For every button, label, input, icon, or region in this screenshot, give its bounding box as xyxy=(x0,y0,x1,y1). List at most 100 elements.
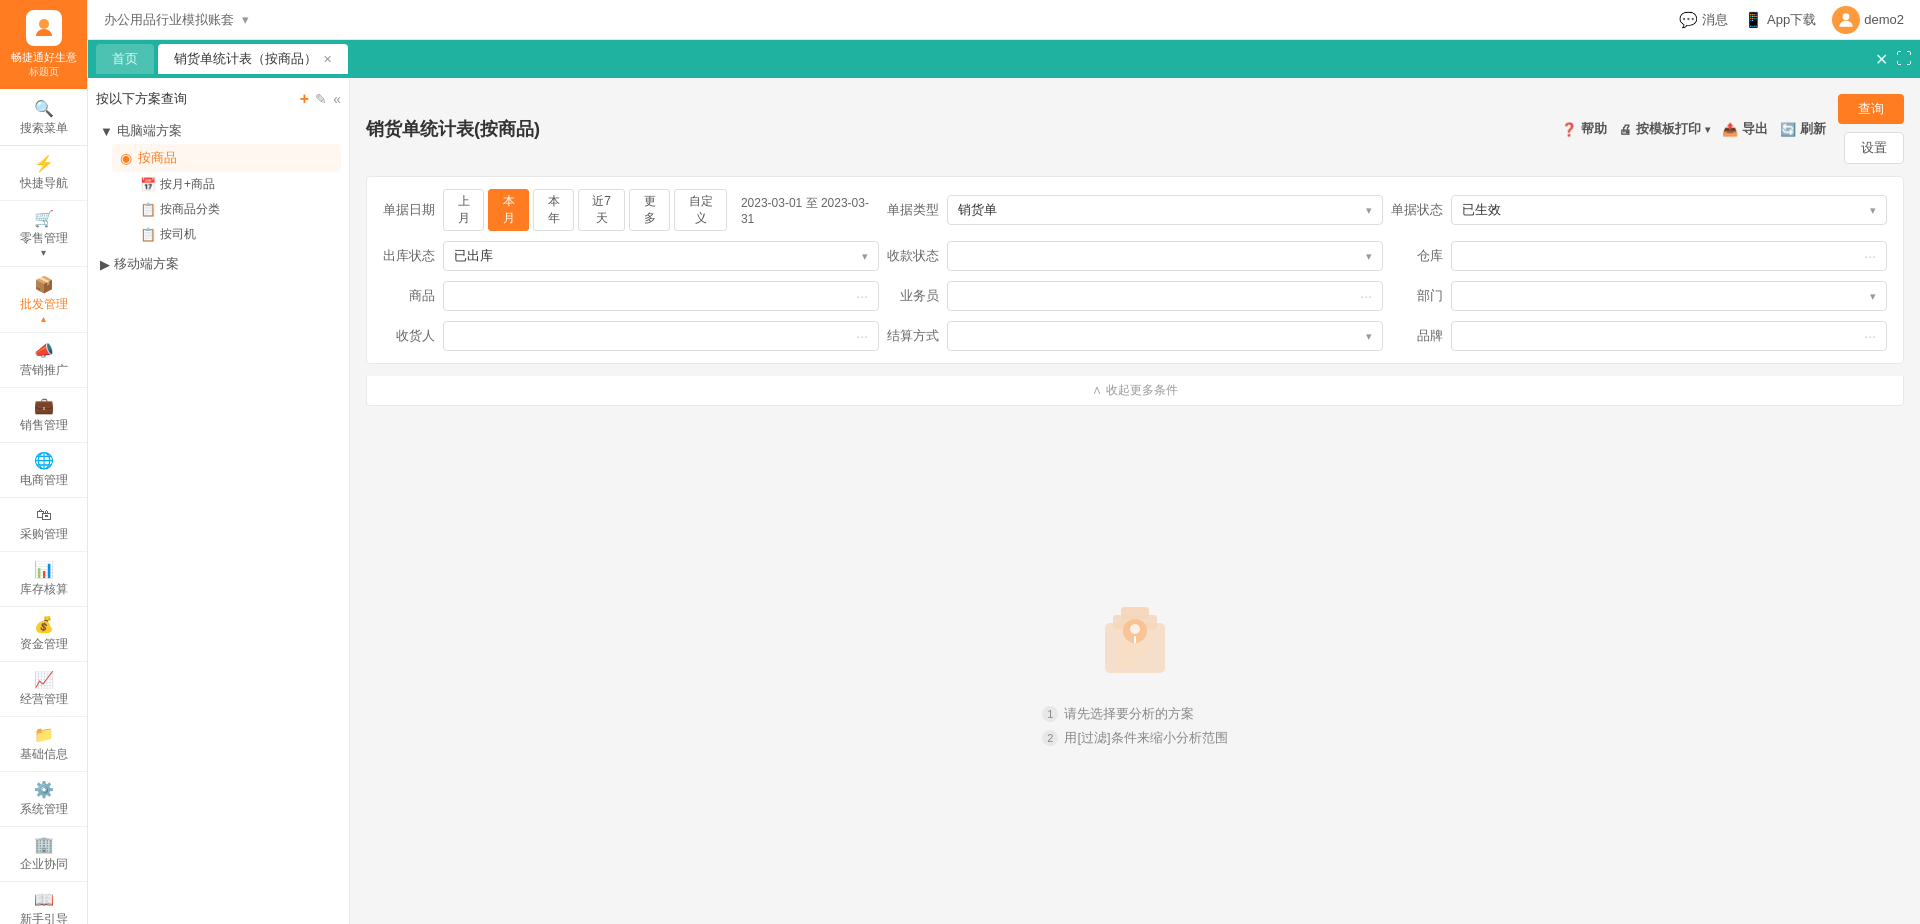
sub-item-month-product[interactable]: 📅 按月+商品 xyxy=(132,172,341,197)
sidebar-item-sales[interactable]: 💼 销售管理 xyxy=(0,388,87,443)
date-control: 上月 本月 本年 近7天 更多 自定义 2023-03-01 至 2023-03… xyxy=(443,189,879,231)
sidebar-item-purchase[interactable]: 🛍 采购管理 xyxy=(0,498,87,552)
print-btn[interactable]: 🖨 按模板打印 ▾ xyxy=(1619,120,1710,138)
sidebar-item-quick-nav[interactable]: ⚡ 快捷导航 xyxy=(0,146,87,201)
close-window-icon[interactable]: ✕ xyxy=(1875,50,1888,69)
warehouse-control[interactable]: ··· xyxy=(1451,241,1887,271)
scheme-item-by-product[interactable]: ◉ 按商品 xyxy=(112,144,341,172)
help-icon: ❓ xyxy=(1561,122,1577,137)
collapse-bar[interactable]: ∧ 收起更多条件 xyxy=(366,376,1904,406)
date-btn-this-year[interactable]: 本年 xyxy=(533,189,574,231)
department-control[interactable]: ▾ xyxy=(1451,281,1887,311)
tab-close-icon[interactable]: ✕ xyxy=(323,53,332,66)
sidebar-nav: ⚡ 快捷导航 🛒 零售管理 ▾ 📦 批发管理 ▴ 📣 营销推广 💼 销售管理 🌐… xyxy=(0,146,87,924)
desktop-scheme-header[interactable]: ▼ 电脑端方案 xyxy=(96,118,341,144)
date-label: 单据日期 xyxy=(383,201,435,219)
add-scheme-btn[interactable]: + xyxy=(300,90,309,108)
product-dots[interactable]: ··· xyxy=(856,288,868,304)
refresh-btn[interactable]: 🔄 刷新 xyxy=(1780,120,1826,138)
tab-bar: 首页 销货单统计表（按商品） ✕ ✕ ⛶ xyxy=(88,40,1920,78)
warehouse-dots[interactable]: ··· xyxy=(1864,248,1876,264)
mobile-scheme-header[interactable]: ▶ 移动端方案 xyxy=(96,251,341,277)
empty-tip-2: 2 用[过滤]条件来缩小分析范围 xyxy=(1042,729,1227,747)
product-control[interactable]: ··· xyxy=(443,281,879,311)
product-label: 商品 xyxy=(383,287,435,305)
sub-item-category[interactable]: 📋 按商品分类 xyxy=(132,197,341,222)
filter-panel-label: 按以下方案查询 xyxy=(96,90,187,108)
sub-item-cashier[interactable]: 📋 按司机 xyxy=(132,222,341,247)
salesperson-dots[interactable]: ··· xyxy=(1360,288,1372,304)
basic-label: 基础信息 xyxy=(20,746,68,763)
receiver-dots[interactable]: ··· xyxy=(856,328,868,344)
right-actions: 查询 设置 xyxy=(1838,94,1904,164)
refresh-icon: 🔄 xyxy=(1780,122,1796,137)
empty-tips: 1 请先选择要分析的方案 2 用[过滤]条件来缩小分析范围 xyxy=(1042,705,1227,753)
app-download-label: App下载 xyxy=(1767,11,1816,29)
scheme-icon-product: ◉ xyxy=(120,150,132,166)
scheme-label-product: 按商品 xyxy=(138,149,177,167)
date-btn-custom[interactable]: 自定义 xyxy=(674,189,727,231)
settlement-control[interactable]: ▾ xyxy=(947,321,1383,351)
salesperson-label: 业务员 xyxy=(887,287,939,305)
date-btn-last-month[interactable]: 上月 xyxy=(443,189,484,231)
sidebar-item-operation[interactable]: 📈 经营管理 xyxy=(0,662,87,717)
retail-arrow: ▾ xyxy=(41,247,46,258)
filter-row-1: 单据日期 上月 本月 本年 近7天 更多 自定义 2023-03-01 至 20… xyxy=(383,189,1887,231)
query-button[interactable]: 查询 xyxy=(1838,94,1904,124)
desktop-scheme-arrow: ▼ xyxy=(100,124,113,139)
sidebar-item-wholesale[interactable]: 📦 批发管理 ▴ xyxy=(0,267,87,333)
receiver-field: 收货人 ··· xyxy=(383,321,879,351)
mobile-scheme-label: 移动端方案 xyxy=(114,255,179,273)
phone-icon: 📱 xyxy=(1744,11,1763,29)
tab-report[interactable]: 销货单统计表（按商品） ✕ xyxy=(158,44,348,74)
sub-label-category: 按商品分类 xyxy=(160,201,220,218)
edit-scheme-btn[interactable]: ✎ xyxy=(315,91,327,107)
sidebar-item-enterprise[interactable]: 🏢 企业协同 xyxy=(0,827,87,882)
receiver-control[interactable]: ··· xyxy=(443,321,879,351)
top-header: 办公用品行业模拟账套 ▾ 💬 消息 📱 App下载 demo2 xyxy=(88,0,1920,40)
message-btn[interactable]: 💬 消息 xyxy=(1679,11,1728,29)
date-btn-this-month[interactable]: 本月 xyxy=(488,189,529,231)
app-download-btn[interactable]: 📱 App下载 xyxy=(1744,11,1816,29)
sidebar-item-basic[interactable]: 📁 基础信息 xyxy=(0,717,87,772)
desktop-scheme-items: ◉ 按商品 📅 按月+商品 📋 按商品分类 📋 xyxy=(96,144,341,247)
tip-text-2: 用[过滤]条件来缩小分析范围 xyxy=(1064,729,1227,747)
sidebar-search-item[interactable]: 🔍 搜索菜单 xyxy=(0,89,87,146)
date-btns: 上月 本月 本年 近7天 更多 自定义 xyxy=(443,189,727,231)
date-btn-7days[interactable]: 近7天 xyxy=(578,189,625,231)
collapse-panel-btn[interactable]: « xyxy=(333,91,341,107)
sidebar-item-ecommerce[interactable]: 🌐 电商管理 xyxy=(0,443,87,498)
collect-status-field: 收款状态 ▾ xyxy=(887,241,1383,271)
filter-row-2: 出库状态 已出库 ▾ 收款状态 ▾ 仓库 xyxy=(383,241,1887,271)
date-btn-more[interactable]: 更多 xyxy=(629,189,670,231)
sidebar-item-guide[interactable]: 📖 新手引导 xyxy=(0,882,87,924)
out-status-control[interactable]: 已出库 ▾ xyxy=(443,241,879,271)
sub-items: 📅 按月+商品 📋 按商品分类 📋 按司机 xyxy=(112,172,341,247)
doc-status-control[interactable]: 已生效 ▾ xyxy=(1451,195,1887,225)
sidebar-item-marketing[interactable]: 📣 营销推广 xyxy=(0,333,87,388)
industry-dropdown[interactable]: ▾ xyxy=(242,12,249,27)
maximize-icon[interactable]: ⛶ xyxy=(1896,50,1912,68)
sub-icon-category: 📋 xyxy=(140,202,156,217)
refresh-label: 刷新 xyxy=(1800,120,1826,138)
collect-status-control[interactable]: ▾ xyxy=(947,241,1383,271)
brand-dots[interactable]: ··· xyxy=(1864,328,1876,344)
sidebar-item-system[interactable]: ⚙️ 系统管理 xyxy=(0,772,87,827)
user-area[interactable]: demo2 xyxy=(1832,6,1904,34)
sidebar-item-finance[interactable]: 💰 资金管理 xyxy=(0,607,87,662)
brand-control[interactable]: ··· xyxy=(1451,321,1887,351)
settings-button[interactable]: 设置 xyxy=(1844,132,1904,164)
empty-state: 1 请先选择要分析的方案 2 用[过滤]条件来缩小分析范围 xyxy=(366,418,1904,908)
doc-type-control[interactable]: 销货单 ▾ xyxy=(947,195,1383,225)
main-area: 办公用品行业模拟账套 ▾ 💬 消息 📱 App下载 demo2 首页 xyxy=(88,0,1920,924)
tab-home[interactable]: 首页 xyxy=(96,44,154,74)
export-btn[interactable]: 📤 导出 xyxy=(1722,120,1768,138)
sidebar-item-inventory[interactable]: 📊 库存核算 xyxy=(0,552,87,607)
page-title-row: 销货单统计表(按商品) ❓ 帮助 🖨 按模板打印 ▾ 📤 导出 xyxy=(366,94,1904,164)
help-btn[interactable]: ❓ 帮助 xyxy=(1561,120,1607,138)
content-wrapper: 按以下方案查询 + ✎ « ▼ 电脑端方案 ◉ 按商品 xyxy=(88,78,1920,924)
doc-status-value: 已生效 xyxy=(1462,201,1501,219)
inventory-label: 库存核算 xyxy=(20,581,68,598)
salesperson-control[interactable]: ··· xyxy=(947,281,1383,311)
sidebar-item-retail[interactable]: 🛒 零售管理 ▾ xyxy=(0,201,87,267)
